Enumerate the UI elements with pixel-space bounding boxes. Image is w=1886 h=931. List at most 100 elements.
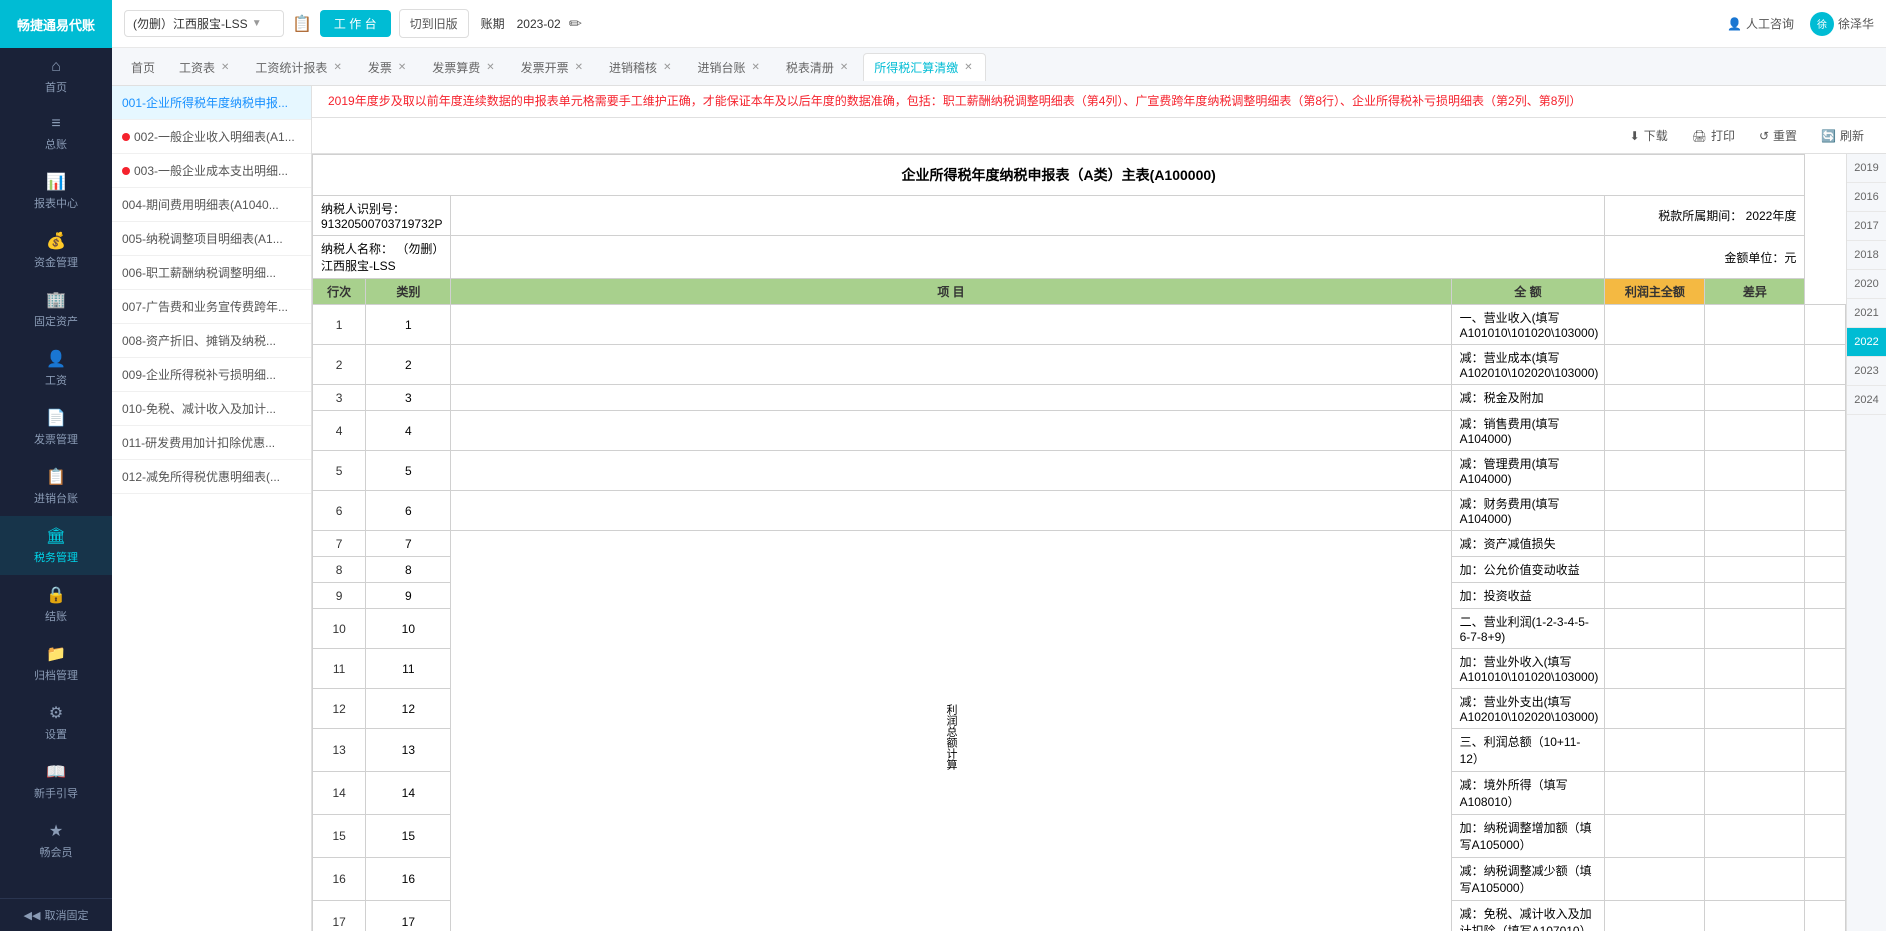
tab-close-icon[interactable]: ✕ xyxy=(484,61,496,74)
tab-payroll[interactable]: 工资表 ✕ xyxy=(168,53,242,81)
lirunquanje-cell[interactable] xyxy=(1705,531,1805,557)
quanje-cell[interactable] xyxy=(1605,858,1705,901)
xiangmu-cell[interactable]: 加：公允价值变动收益 xyxy=(1451,557,1605,583)
year-item-2024[interactable]: 2024 xyxy=(1847,386,1886,415)
lirunquanje-cell[interactable] xyxy=(1705,858,1805,901)
chaye-cell[interactable] xyxy=(1805,649,1846,689)
tab-close-icon[interactable]: ✕ xyxy=(838,61,850,74)
refresh-button[interactable]: 🔄 刷新 xyxy=(1815,124,1870,147)
chaye-cell[interactable] xyxy=(1805,729,1846,772)
tab-payroll-stats[interactable]: 工资统计报表 ✕ xyxy=(244,53,354,81)
lirunquanje-cell[interactable] xyxy=(1705,305,1805,345)
xiangmu-cell[interactable]: 减：营业外支出(填写A102010\102020\103000) xyxy=(1451,689,1605,729)
tab-close-icon[interactable]: ✕ xyxy=(396,61,408,74)
tab-close-icon[interactable]: ✕ xyxy=(219,61,231,74)
xiangmu-cell[interactable]: 加：投资收益 xyxy=(1451,583,1605,609)
sidebar-item-report-center[interactable]: 📊 报表中心 xyxy=(0,162,112,221)
lirunquanje-cell[interactable] xyxy=(1705,345,1805,385)
xiangmu-cell[interactable]: 减：财务费用(填写A104000) xyxy=(1451,491,1605,531)
lirunquanje-cell[interactable] xyxy=(1705,815,1805,858)
chaye-cell[interactable] xyxy=(1805,815,1846,858)
chaye-cell[interactable] xyxy=(1805,901,1846,931)
sidebar-item-payroll[interactable]: 👤 工资 xyxy=(0,339,112,398)
quanje-cell[interactable] xyxy=(1605,345,1705,385)
chaye-cell[interactable] xyxy=(1805,557,1846,583)
chaye-cell[interactable] xyxy=(1805,491,1846,531)
left-panel-item-011[interactable]: 011-研发费用加计扣除优惠... xyxy=(112,426,311,460)
left-panel-item-005[interactable]: 005-纳税调整项目明细表(A1... xyxy=(112,222,311,256)
unpin-button[interactable]: ◀◀ 取消固定 xyxy=(0,898,112,931)
lirunquanje-cell[interactable] xyxy=(1705,772,1805,815)
lirunquanje-cell[interactable] xyxy=(1705,451,1805,491)
sidebar-item-general-ledger[interactable]: ≡ 总账 xyxy=(0,105,112,162)
download-button[interactable]: ⬇ 下载 xyxy=(1624,124,1674,147)
chaye-cell[interactable] xyxy=(1805,858,1846,901)
tab-tax-clear[interactable]: 税表清册 ✕ xyxy=(775,53,861,81)
sidebar-item-home[interactable]: ⌂ 首页 xyxy=(0,48,112,105)
lirunquanje-cell[interactable] xyxy=(1705,649,1805,689)
tab-invoice-ledger[interactable]: 进销台账 ✕ xyxy=(686,53,772,81)
year-item-2019[interactable]: 2019 xyxy=(1847,154,1886,183)
left-panel-item-007[interactable]: 007-广告费和业务宣传费跨年... xyxy=(112,290,311,324)
ai-consult[interactable]: 👤 人工咨询 xyxy=(1727,15,1794,32)
quanje-cell[interactable] xyxy=(1605,729,1705,772)
xiangmu-cell[interactable]: 加：纳税调整增加额（填写A105000） xyxy=(1451,815,1605,858)
tab-close-icon[interactable]: ✕ xyxy=(661,61,673,74)
quanje-cell[interactable] xyxy=(1605,689,1705,729)
company-selector[interactable]: (勿删）江西服宝-LSS ▼ xyxy=(124,10,284,37)
tab-home[interactable]: 首页 xyxy=(120,53,166,81)
user-info[interactable]: 徐 徐泽华 xyxy=(1810,12,1874,36)
year-item-2016[interactable]: 2016 xyxy=(1847,183,1886,212)
chaye-cell[interactable] xyxy=(1805,689,1846,729)
chaye-cell[interactable] xyxy=(1805,411,1846,451)
left-panel-item-012[interactable]: 012-减免所得税优惠明细表(... xyxy=(112,460,311,494)
chaye-cell[interactable] xyxy=(1805,305,1846,345)
left-panel-item-009[interactable]: 009-企业所得税补亏损明细... xyxy=(112,358,311,392)
sidebar-item-new-guide[interactable]: 📖 新手引导 xyxy=(0,752,112,811)
quanje-cell[interactable] xyxy=(1605,451,1705,491)
print-button[interactable]: 🖨 打印 xyxy=(1686,124,1741,147)
chaye-cell[interactable] xyxy=(1805,609,1846,649)
lirunquanje-cell[interactable] xyxy=(1705,729,1805,772)
quanje-cell[interactable] xyxy=(1605,305,1705,345)
tab-close-icon[interactable]: ✕ xyxy=(962,61,974,74)
xiangmu-cell[interactable]: 减：免税、减计收入及加计扣除（填写A107010） xyxy=(1451,901,1605,931)
year-item-2022[interactable]: 2022 xyxy=(1847,328,1886,357)
chaye-cell[interactable] xyxy=(1805,531,1846,557)
lirunquanje-cell[interactable] xyxy=(1705,491,1805,531)
left-panel-item-010[interactable]: 010-免税、减计收入及加计... xyxy=(112,392,311,426)
xiangmu-cell[interactable]: 减：境外所得（填写A108010） xyxy=(1451,772,1605,815)
chaye-cell[interactable] xyxy=(1805,385,1846,411)
tab-invoice-verify[interactable]: 进销稽核 ✕ xyxy=(598,53,684,81)
period-edit-icon[interactable]: ✏ xyxy=(569,14,582,34)
quanje-cell[interactable] xyxy=(1605,901,1705,931)
quanje-cell[interactable] xyxy=(1605,649,1705,689)
chaye-cell[interactable] xyxy=(1805,583,1846,609)
quanje-cell[interactable] xyxy=(1605,609,1705,649)
tab-invoice[interactable]: 发票 ✕ xyxy=(357,53,419,81)
year-item-2021[interactable]: 2021 xyxy=(1847,299,1886,328)
chaye-cell[interactable] xyxy=(1805,451,1846,491)
quanje-cell[interactable] xyxy=(1605,815,1705,858)
xiangmu-cell[interactable]: 一、营业收入(填写A101010\101020\103000) xyxy=(1451,305,1605,345)
left-panel-item-003[interactable]: 003-一般企业成本支出明细... xyxy=(112,154,311,188)
sidebar-item-fund-mgmt[interactable]: 💰 资金管理 xyxy=(0,221,112,280)
lirunquanje-cell[interactable] xyxy=(1705,385,1805,411)
cut-version-button[interactable]: 切到旧版 xyxy=(399,9,469,38)
left-panel-item-008[interactable]: 008-资产折旧、摊销及纳税... xyxy=(112,324,311,358)
lirunquanje-cell[interactable] xyxy=(1705,557,1805,583)
sidebar-item-close-account[interactable]: 🔒 结账 xyxy=(0,575,112,634)
lirunquanje-cell[interactable] xyxy=(1705,583,1805,609)
xiangmu-cell[interactable]: 减：资产减值损失 xyxy=(1451,531,1605,557)
xiangmu-cell[interactable]: 三、利润总额（10+11-12） xyxy=(1451,729,1605,772)
tab-tax-calc[interactable]: 所得税汇算清缴 ✕ xyxy=(863,53,985,81)
sidebar-item-purchase-sales[interactable]: 📋 进销台账 xyxy=(0,457,112,516)
reset-button[interactable]: ↺ 重置 xyxy=(1753,124,1803,147)
quanje-cell[interactable] xyxy=(1605,531,1705,557)
quanje-cell[interactable] xyxy=(1605,772,1705,815)
left-panel-item-002[interactable]: 002-一般企业收入明细表(A1... xyxy=(112,120,311,154)
sidebar-item-invoice-mgmt[interactable]: 📄 发票管理 xyxy=(0,398,112,457)
quanje-cell[interactable] xyxy=(1605,411,1705,451)
xiangmu-cell[interactable]: 减：营业成本(填写A102010\102020\103000) xyxy=(1451,345,1605,385)
xiangmu-cell[interactable]: 减：纳税调整减少额（填写A105000） xyxy=(1451,858,1605,901)
